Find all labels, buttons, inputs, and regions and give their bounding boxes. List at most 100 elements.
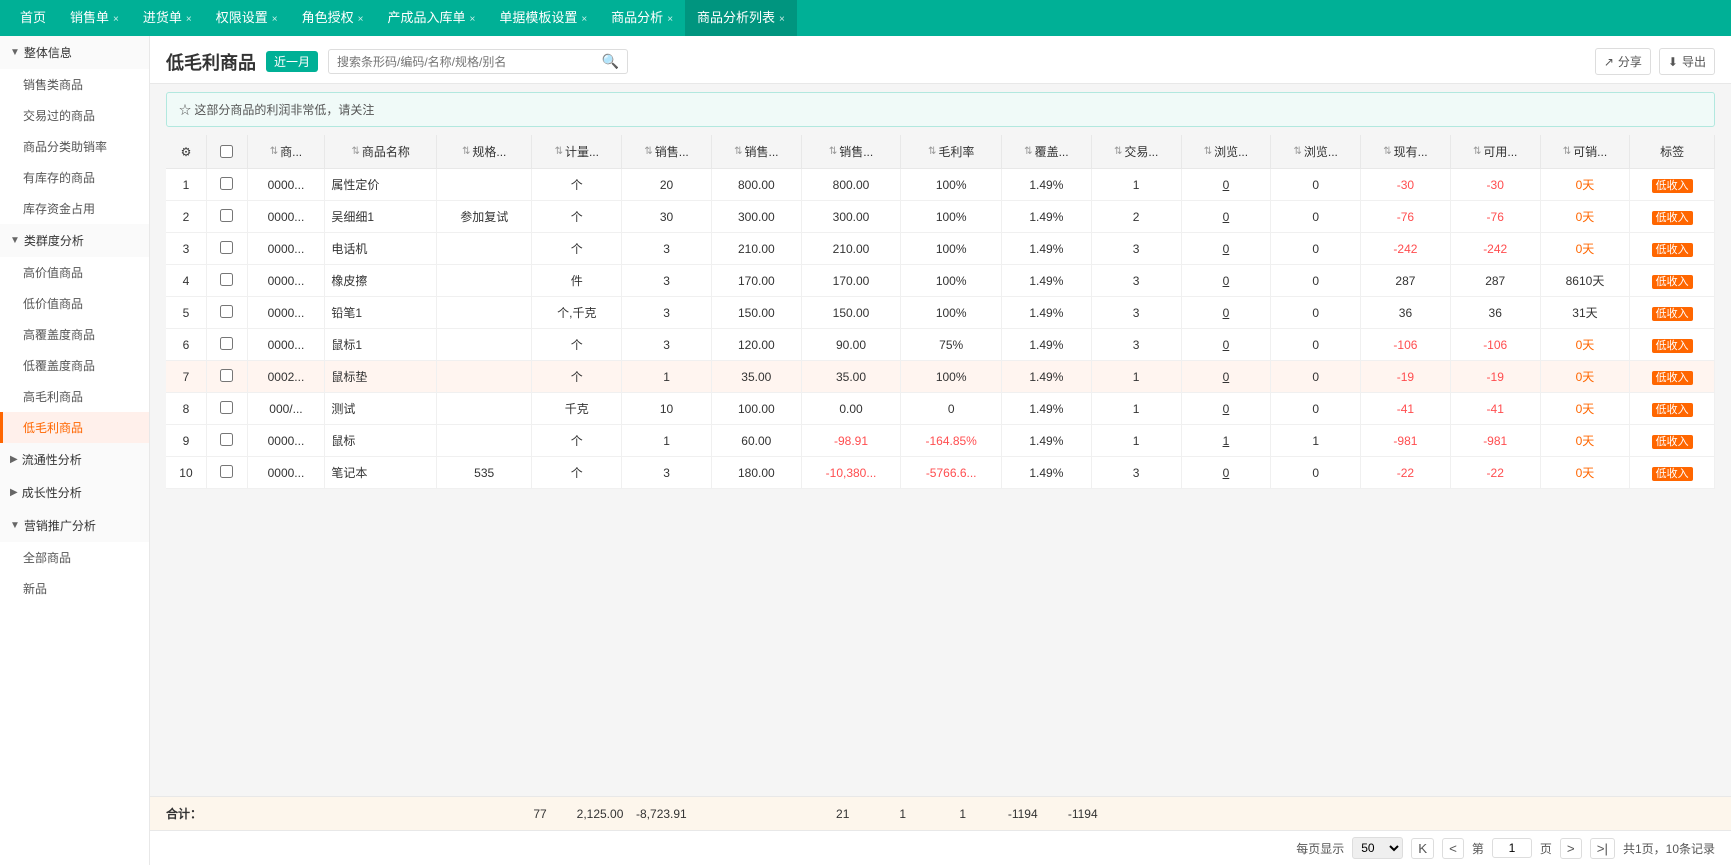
row-checkbox[interactable] <box>220 337 233 350</box>
select-all-checkbox[interactable] <box>220 145 233 158</box>
cell-browse1[interactable]: 0 <box>1181 201 1271 233</box>
col-browse2[interactable]: ⇅浏览... <box>1271 135 1361 169</box>
cell-checkbox[interactable] <box>206 297 247 329</box>
search-input[interactable] <box>337 55 602 69</box>
browse1-link[interactable]: 0 <box>1223 210 1230 224</box>
close-icon[interactable]: × <box>469 14 475 25</box>
nav-item-产成品入库单[interactable]: 产成品入库单× <box>375 0 487 36</box>
close-icon[interactable]: × <box>667 14 673 25</box>
sidebar-item-商品分类助销率[interactable]: 商品分类助销率 <box>0 131 149 162</box>
sidebar-group-流通性分析[interactable]: ▶流通性分析 <box>0 443 149 476</box>
browse1-link[interactable]: 0 <box>1223 274 1230 288</box>
sidebar-item-高覆盖度商品[interactable]: 高覆盖度商品 <box>0 319 149 350</box>
share-button[interactable]: ↗ 分享 <box>1595 48 1651 75</box>
close-icon[interactable]: × <box>186 14 192 25</box>
row-checkbox[interactable] <box>220 401 233 414</box>
col-name[interactable]: ⇅商品名称 <box>325 135 437 169</box>
nav-item-商品分析列表[interactable]: 商品分析列表× <box>685 0 797 36</box>
cell-checkbox[interactable] <box>206 393 247 425</box>
col-current-stock[interactable]: ⇅现有... <box>1361 135 1451 169</box>
sidebar-group-成长性分析[interactable]: ▶成长性分析 <box>0 476 149 509</box>
col-sales-amt[interactable]: ⇅销售... <box>711 135 801 169</box>
col-browse1[interactable]: ⇅浏览... <box>1181 135 1271 169</box>
row-checkbox[interactable] <box>220 177 233 190</box>
browse1-link[interactable]: 0 <box>1223 306 1230 320</box>
col-tag[interactable]: 标签 <box>1630 135 1715 169</box>
cell-browse1[interactable]: 0 <box>1181 297 1271 329</box>
export-button[interactable]: ⬇ 导出 <box>1659 48 1715 75</box>
col-transaction[interactable]: ⇅交易... <box>1091 135 1181 169</box>
first-page-btn[interactable]: K <box>1411 838 1434 859</box>
sidebar-item-交易过的商品[interactable]: 交易过的商品 <box>0 100 149 131</box>
browse1-link[interactable]: 0 <box>1223 370 1230 384</box>
nav-item-角色授权[interactable]: 角色授权× <box>290 0 376 36</box>
nav-item-首页[interactable]: 首页 <box>8 0 58 36</box>
sidebar-group-营销推广分析[interactable]: ▼营销推广分析 <box>0 509 149 542</box>
close-icon[interactable]: × <box>779 14 785 25</box>
browse1-link[interactable]: 0 <box>1223 242 1230 256</box>
close-icon[interactable]: × <box>272 14 278 25</box>
cell-checkbox[interactable] <box>206 425 247 457</box>
row-checkbox[interactable] <box>220 241 233 254</box>
cell-checkbox[interactable] <box>206 329 247 361</box>
col-sales-qty[interactable]: ⇅销售... <box>622 135 712 169</box>
browse1-link[interactable]: 1 <box>1223 434 1230 448</box>
close-icon[interactable]: × <box>581 14 587 25</box>
cell-browse1[interactable]: 0 <box>1181 393 1271 425</box>
cell-checkbox[interactable] <box>206 201 247 233</box>
cell-checkbox[interactable] <box>206 169 247 201</box>
nav-item-权限设置[interactable]: 权限设置× <box>204 0 290 36</box>
close-icon[interactable]: × <box>358 14 364 25</box>
col-spec[interactable]: ⇅规格... <box>436 135 531 169</box>
browse1-link[interactable]: 0 <box>1223 402 1230 416</box>
col-sellable[interactable]: ⇅可销... <box>1540 135 1630 169</box>
cell-browse1[interactable]: 0 <box>1181 169 1271 201</box>
last-page-btn[interactable]: >| <box>1590 838 1615 859</box>
col-code[interactable]: ⇅商... <box>247 135 325 169</box>
col-settings[interactable]: ⚙ <box>166 135 206 169</box>
row-checkbox[interactable] <box>220 433 233 446</box>
sidebar-item-低覆盖度商品[interactable]: 低覆盖度商品 <box>0 350 149 381</box>
cell-checkbox[interactable] <box>206 457 247 489</box>
browse1-link[interactable]: 0 <box>1223 178 1230 192</box>
row-checkbox[interactable] <box>220 305 233 318</box>
sidebar-item-新品[interactable]: 新品 <box>0 573 149 604</box>
col-sales-profit[interactable]: ⇅销售... <box>801 135 901 169</box>
sidebar-item-库存资金占用[interactable]: 库存资金占用 <box>0 193 149 224</box>
page-input[interactable] <box>1492 838 1532 858</box>
next-page-btn[interactable]: > <box>1560 838 1582 859</box>
cell-browse1[interactable]: 0 <box>1181 233 1271 265</box>
sidebar-item-有库存的商品[interactable]: 有库存的商品 <box>0 162 149 193</box>
cell-browse1[interactable]: 0 <box>1181 329 1271 361</box>
col-checkbox[interactable] <box>206 135 247 169</box>
nav-item-进货单[interactable]: 进货单× <box>131 0 204 36</box>
search-icon[interactable]: 🔍 <box>602 53 619 70</box>
browse1-link[interactable]: 0 <box>1223 338 1230 352</box>
sidebar-item-低价值商品[interactable]: 低价值商品 <box>0 288 149 319</box>
col-coverage[interactable]: ⇅覆盖... <box>1002 135 1092 169</box>
browse1-link[interactable]: 0 <box>1223 466 1230 480</box>
row-checkbox[interactable] <box>220 465 233 478</box>
cell-browse1[interactable]: 0 <box>1181 265 1271 297</box>
sidebar-item-全部商品[interactable]: 全部商品 <box>0 542 149 573</box>
cell-browse1[interactable]: 1 <box>1181 425 1271 457</box>
col-available[interactable]: ⇅可用... <box>1450 135 1540 169</box>
sidebar-group-整体信息[interactable]: ▼整体信息 <box>0 36 149 69</box>
sidebar-item-销售类商品[interactable]: 销售类商品 <box>0 69 149 100</box>
prev-page-btn[interactable]: < <box>1442 838 1464 859</box>
cell-checkbox[interactable] <box>206 361 247 393</box>
col-unit[interactable]: ⇅计量... <box>532 135 622 169</box>
cell-browse1[interactable]: 0 <box>1181 457 1271 489</box>
cell-browse1[interactable]: 0 <box>1181 361 1271 393</box>
cell-checkbox[interactable] <box>206 233 247 265</box>
per-page-select[interactable]: 50 100 200 <box>1352 837 1403 859</box>
sidebar-group-类群度分析[interactable]: ▼类群度分析 <box>0 224 149 257</box>
sidebar-item-高毛利商品[interactable]: 高毛利商品 <box>0 381 149 412</box>
row-checkbox[interactable] <box>220 209 233 222</box>
sidebar-item-低毛利商品[interactable]: 低毛利商品 <box>0 412 149 443</box>
cell-checkbox[interactable] <box>206 265 247 297</box>
nav-item-销售单[interactable]: 销售单× <box>58 0 131 36</box>
close-icon[interactable]: × <box>113 14 119 25</box>
sidebar-item-高价值商品[interactable]: 高价值商品 <box>0 257 149 288</box>
filter-tag-btn[interactable]: 近一月 <box>266 51 318 72</box>
